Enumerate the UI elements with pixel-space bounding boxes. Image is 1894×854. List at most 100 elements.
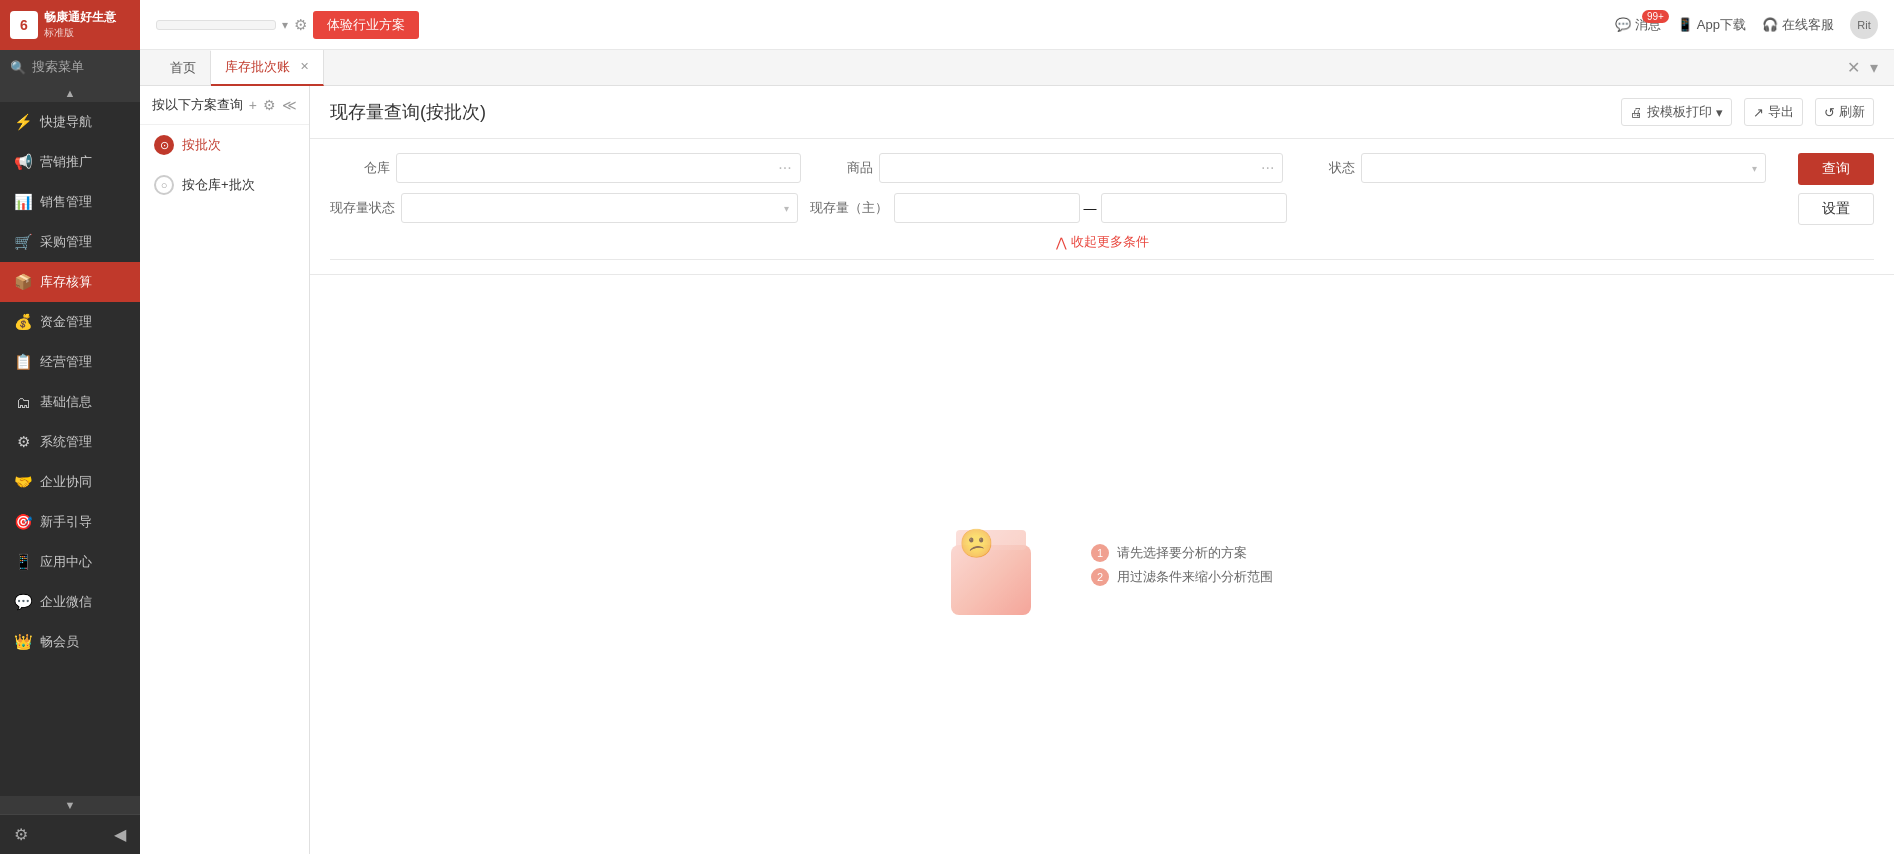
refresh-button[interactable]: ↺ 刷新: [1815, 98, 1874, 126]
export-label: 导出: [1768, 103, 1794, 121]
shortcut-icon: ⚡: [14, 113, 32, 131]
sidebar-item-basic[interactable]: 🗂 基础信息: [0, 382, 140, 422]
vip-icon: 👑: [14, 633, 32, 651]
warehouse-label: 仓库: [330, 159, 390, 177]
sidebar-item-system[interactable]: ⚙ 系统管理: [0, 422, 140, 462]
app-title-block: 畅康通好生意 标准版: [44, 10, 116, 40]
right-content: 现存量查询(按批次) 🖨 按模板打印 ▾ ↗ 导出 ↺ 刷新: [310, 86, 1894, 854]
page-header: 现存量查询(按批次) 🖨 按模板打印 ▾ ↗ 导出 ↺ 刷新: [310, 86, 1894, 139]
sidebar-item-shortcut[interactable]: ⚡ 快捷导航: [0, 102, 140, 142]
sidebar-item-wechat[interactable]: 💬 企业微信: [0, 582, 140, 622]
sidebar-item-label: 企业协同: [40, 473, 92, 491]
sidebar-item-vip[interactable]: 👑 畅会员: [0, 622, 140, 662]
setting-button[interactable]: 设置: [1798, 193, 1874, 225]
print-button[interactable]: 🖨 按模板打印 ▾: [1621, 98, 1732, 126]
headset-icon: 🎧: [1762, 17, 1778, 32]
panel-close-icon[interactable]: ✕: [1847, 58, 1860, 77]
empty-illustration: 😕: [931, 515, 1051, 615]
scheme-panel-actions: + ⚙ ≪: [249, 97, 297, 113]
app-download-button[interactable]: 📱 App下载: [1677, 16, 1746, 34]
status-select[interactable]: ▾: [1361, 153, 1766, 183]
app-logo: 6: [10, 11, 38, 39]
sidebar-search-label: 搜索菜单: [32, 58, 84, 76]
tab-home[interactable]: 首页: [156, 51, 211, 85]
scheme-collapse-icon[interactable]: ≪: [282, 97, 297, 113]
messages-button[interactable]: 💬 消息 99+: [1615, 16, 1661, 34]
inventory-qty-max[interactable]: [1101, 193, 1287, 223]
refresh-icon: ↺: [1824, 105, 1835, 120]
export-icon: ↗: [1753, 105, 1764, 120]
tabs-bar: 首页 库存批次账 ✕ ✕ ▾: [140, 50, 1894, 86]
empty-face-icon: 😕: [959, 527, 994, 560]
sidebar-item-sales[interactable]: 📊 销售管理: [0, 182, 140, 222]
scheme-panel-header: 按以下方案查询 + ⚙ ≪: [140, 86, 309, 125]
tab-inventory-batch[interactable]: 库存批次账 ✕: [211, 50, 324, 86]
product-filter: 商品 ···: [813, 153, 1284, 183]
warehouse-input[interactable]: ···: [396, 153, 801, 183]
product-input[interactable]: ···: [879, 153, 1284, 183]
sidebar-item-marketing[interactable]: 📢 营销推广: [0, 142, 140, 182]
online-service-button[interactable]: 🎧 在线客服: [1762, 16, 1834, 34]
sidebar-item-appstore[interactable]: 📱 应用中心: [0, 542, 140, 582]
export-button[interactable]: ↗ 导出: [1744, 98, 1803, 126]
add-scheme-icon[interactable]: +: [249, 97, 257, 113]
purchase-icon: 🛒: [14, 233, 32, 251]
empty-tip-1: 1 请先选择要分析的方案: [1091, 544, 1273, 562]
user-profile-button[interactable]: Rit: [1850, 11, 1878, 39]
scheme-warehouse-icon: ○: [154, 175, 174, 195]
phone-icon: 📱: [1677, 17, 1693, 32]
warehouse-filter: 仓库 ···: [330, 153, 801, 183]
user-avatar: Rit: [1850, 11, 1878, 39]
topbar-chevron-icon[interactable]: ▾: [282, 18, 288, 32]
search-icon: 🔍: [10, 60, 26, 75]
collapse-more-conditions[interactable]: ⋀ 收起更多条件: [330, 225, 1874, 260]
sidebar-item-finance[interactable]: 💰 资金管理: [0, 302, 140, 342]
sidebar-item-newbie[interactable]: 🎯 新手引导: [0, 502, 140, 542]
topbar-right: 💬 消息 99+ 📱 App下载 🎧 在线客服 Rit: [1615, 11, 1878, 39]
scheme-item-batch[interactable]: ⊙ 按批次: [140, 125, 309, 165]
sidebar-item-business[interactable]: 📋 经营管理: [0, 342, 140, 382]
panel-menu-icon[interactable]: ▾: [1870, 58, 1878, 77]
inventory-status-arrow-icon: ▾: [784, 203, 789, 214]
product-more-icon[interactable]: ···: [1261, 159, 1274, 177]
user-name: Rit: [1857, 19, 1870, 31]
basic-icon: 🗂: [14, 393, 32, 411]
tip1-text: 请先选择要分析的方案: [1117, 544, 1247, 562]
warehouse-more-icon[interactable]: ···: [778, 159, 791, 177]
sidebar-item-label: 资金管理: [40, 313, 92, 331]
inventory-status-select[interactable]: ▾: [401, 193, 798, 223]
online-service-label: 在线客服: [1782, 16, 1834, 34]
query-button[interactable]: 查询: [1798, 153, 1874, 185]
topbar: ▾ ⚙ 体验行业方案 💬 消息 99+ 📱 App下载 🎧 在线客服 Rit: [140, 0, 1894, 50]
sidebar-item-label: 经营管理: [40, 353, 92, 371]
collapse-sidebar-icon[interactable]: ◀: [114, 825, 126, 844]
topbar-left: ▾ ⚙ 体验行业方案: [156, 11, 1605, 39]
sidebar-item-label: 畅会员: [40, 633, 79, 651]
status-arrow-icon: ▾: [1752, 163, 1757, 174]
topbar-gear-icon[interactable]: ⚙: [294, 16, 307, 34]
app-edition: 标准版: [44, 26, 116, 40]
sidebar-item-enterprise[interactable]: 🤝 企业协同: [0, 462, 140, 502]
empty-tip-2: 2 用过滤条件来缩小分析范围: [1091, 568, 1273, 586]
sidebar-item-label: 营销推广: [40, 153, 92, 171]
wechat-icon: 💬: [14, 593, 32, 611]
sidebar-scroll-up[interactable]: ▲: [0, 84, 140, 102]
sidebar-item-inventory[interactable]: 📦 库存核算: [0, 262, 140, 302]
sidebar-item-label: 应用中心: [40, 553, 92, 571]
scheme-settings-icon[interactable]: ⚙: [263, 97, 276, 113]
app-name: 畅康通好生意: [44, 10, 116, 26]
sidebar: 6 畅康通好生意 标准版 🔍 搜索菜单 ▲ ⚡ 快捷导航 📢 营销推广 📊 销售…: [0, 0, 140, 854]
sidebar-nav: ⚡ 快捷导航 📢 营销推广 📊 销售管理 🛒 采购管理 📦 库存核算 💰 资金管…: [0, 102, 140, 796]
inventory-qty-min[interactable]: [894, 193, 1080, 223]
scheme-item-warehouse-batch[interactable]: ○ 按仓库+批次: [140, 165, 309, 205]
topbar-search-box[interactable]: [156, 20, 276, 30]
trial-button[interactable]: 体验行业方案: [313, 11, 419, 39]
sidebar-item-label: 基础信息: [40, 393, 92, 411]
sidebar-search[interactable]: 🔍 搜索菜单: [0, 50, 140, 84]
inventory-icon: 📦: [14, 273, 32, 291]
settings-icon[interactable]: ⚙: [14, 825, 28, 844]
tab-close-icon[interactable]: ✕: [300, 60, 309, 73]
scheme-batch-icon: ⊙: [154, 135, 174, 155]
sidebar-scroll-down[interactable]: ▼: [0, 796, 140, 814]
sidebar-item-purchase[interactable]: 🛒 采购管理: [0, 222, 140, 262]
